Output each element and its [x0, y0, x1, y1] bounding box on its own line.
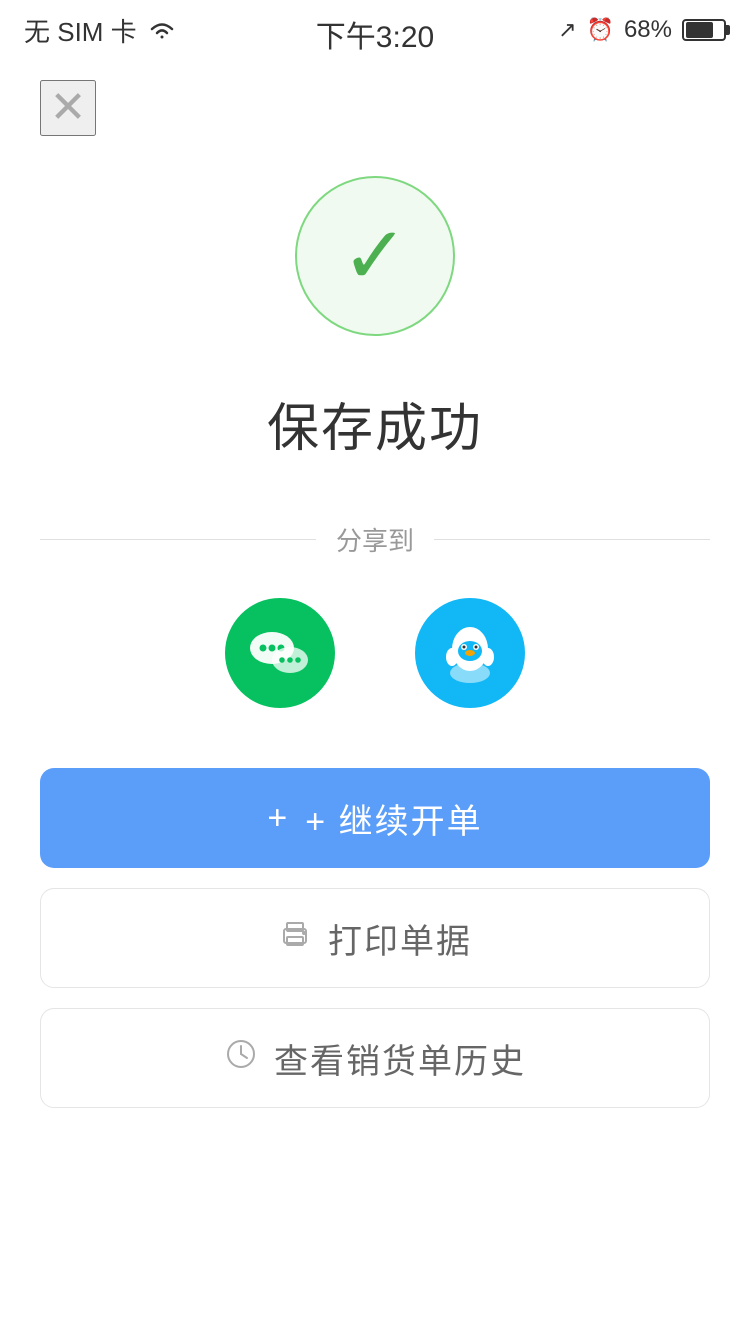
- alarm-icon: ⏰: [587, 17, 614, 43]
- print-label: 打印单据: [328, 914, 472, 963]
- battery-indicator: [682, 19, 726, 41]
- status-right: ↗ ⏰ 68%: [558, 16, 726, 44]
- status-bar: 无 SIM 卡 下午3:20 ↗ ⏰ 68%: [0, 0, 750, 60]
- printer-icon: [278, 917, 312, 960]
- status-time: 下午3:20: [316, 12, 434, 56]
- close-button[interactable]: ✕: [40, 80, 96, 136]
- wechat-icon: [248, 626, 313, 681]
- wifi-icon: [147, 19, 177, 41]
- qq-share-button[interactable]: [415, 598, 525, 708]
- qq-icon: [440, 621, 500, 686]
- continue-label: + 继续开单: [305, 794, 482, 843]
- status-left: 无 SIM 卡: [24, 12, 177, 49]
- success-circle: ✓: [295, 176, 455, 336]
- checkmark-icon: ✓: [341, 216, 408, 296]
- main-content: ✕ ✓ 保存成功 分享到: [0, 60, 750, 1108]
- clock-icon: [224, 1037, 258, 1080]
- location-icon: ↗: [558, 17, 576, 43]
- plus-icon: +: [267, 799, 289, 838]
- divider-right: [434, 539, 710, 540]
- action-buttons: + + 继续开单 打印单据 查看销货单: [40, 768, 710, 1108]
- battery-pct: 68%: [624, 16, 672, 44]
- close-icon: ✕: [50, 86, 87, 130]
- success-title: 保存成功: [267, 386, 483, 461]
- share-label: 分享到: [336, 521, 414, 558]
- print-button[interactable]: 打印单据: [40, 888, 710, 988]
- history-label: 查看销货单历史: [274, 1034, 526, 1083]
- share-divider: 分享到: [40, 521, 710, 558]
- share-icons: [225, 598, 525, 708]
- no-sim-label: 无 SIM 卡: [24, 12, 137, 49]
- share-section: 分享到: [40, 521, 710, 708]
- history-button[interactable]: 查看销货单历史: [40, 1008, 710, 1108]
- divider-left: [40, 539, 316, 540]
- continue-button[interactable]: + + 继续开单: [40, 768, 710, 868]
- wechat-share-button[interactable]: [225, 598, 335, 708]
